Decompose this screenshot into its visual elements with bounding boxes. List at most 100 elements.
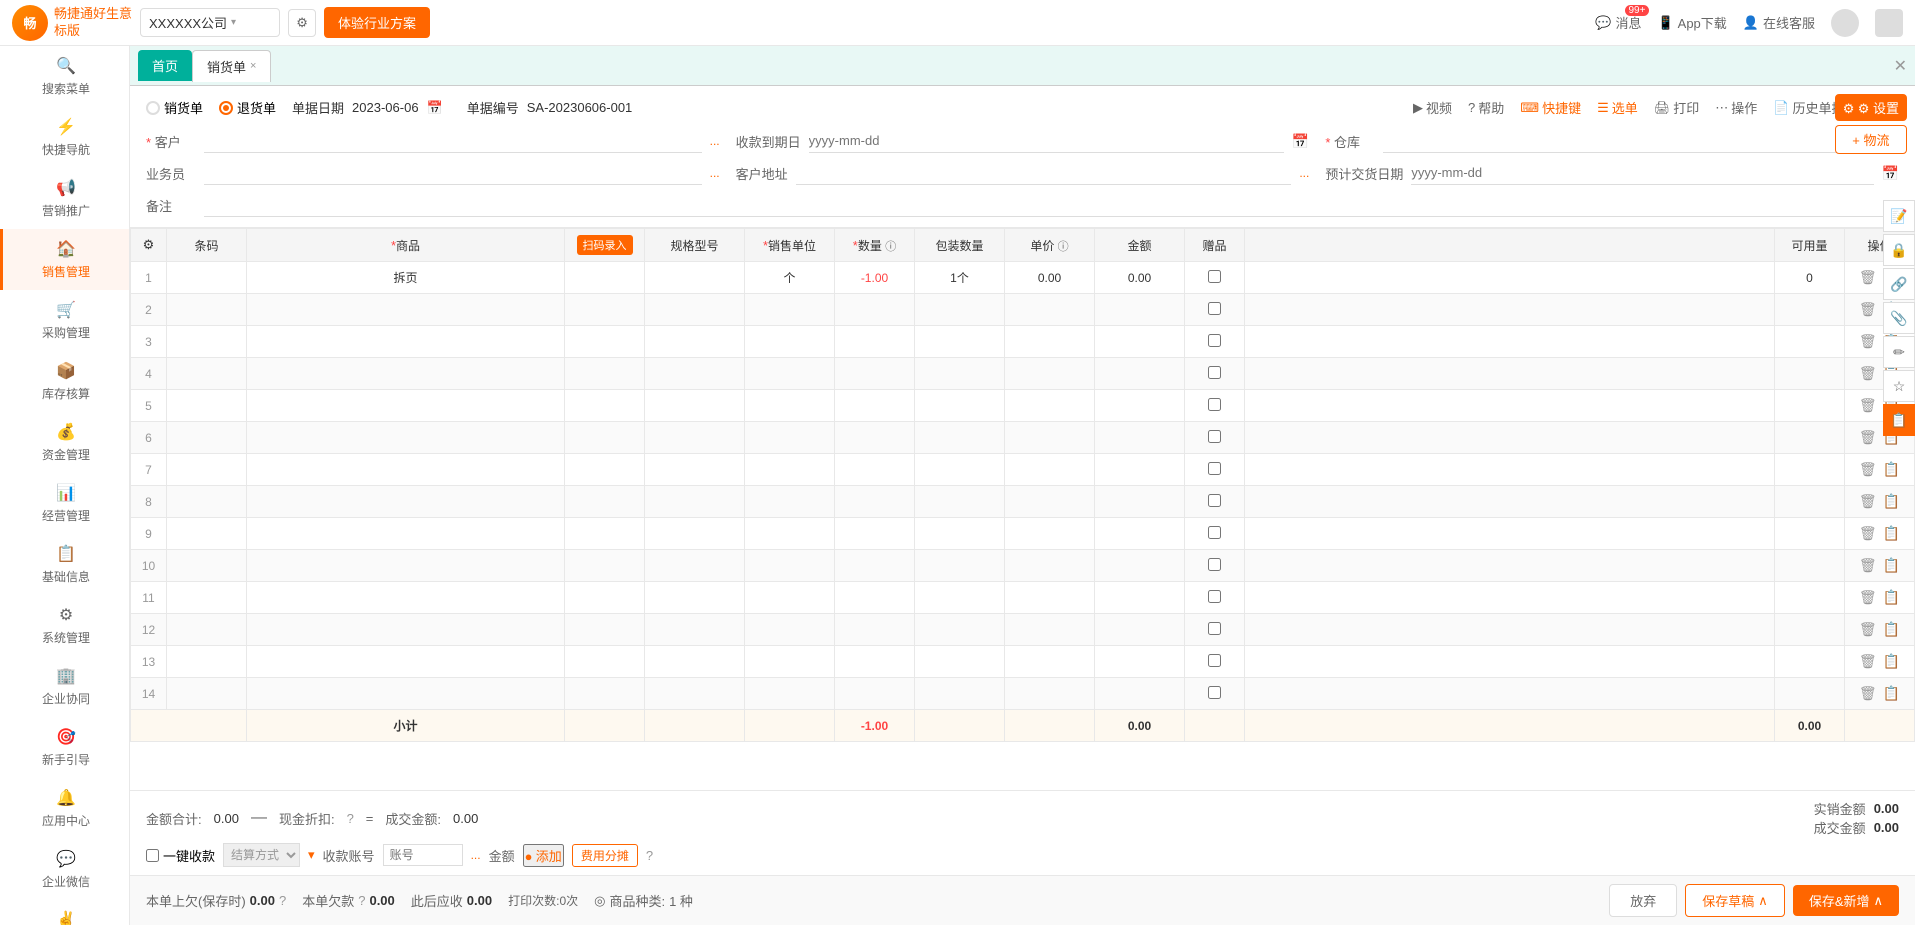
warehouse-input[interactable]: 建材仓 (1383, 129, 1881, 153)
settlement-method-select[interactable]: 结算方式 (223, 843, 300, 867)
delete-icon[interactable]: 🗑 (1859, 365, 1877, 382)
add-payment-button[interactable]: ● 添加 (523, 844, 564, 867)
app-download-button[interactable]: 📱 App下载 (1657, 13, 1726, 32)
video-btn[interactable]: ▶ 视频 (1409, 96, 1456, 119)
trial-button[interactable]: 体验行业方案 (324, 7, 430, 38)
copy-icon[interactable]: 📋 (1883, 653, 1900, 670)
one-click-payment[interactable]: 一键收款 (146, 846, 215, 865)
gift-checkbox[interactable] (1208, 462, 1221, 475)
th-scan[interactable]: 扫码录入 (565, 229, 645, 262)
sidebar-item-finance[interactable]: 💰 资金管理 (0, 412, 129, 473)
sidebar-item-wechat[interactable]: 💬 企业微信 (0, 839, 129, 900)
sidebar-item-search[interactable]: 🔍 搜索菜单 (0, 46, 129, 107)
sidebar-item-purchase[interactable]: 🛒 采购管理 (0, 290, 129, 351)
gift-checkbox[interactable] (1208, 334, 1221, 347)
account-input[interactable] (383, 844, 463, 866)
gift-checkbox[interactable] (1208, 686, 1221, 699)
delete-icon[interactable]: 🗑 (1859, 429, 1877, 446)
expected-delivery-input[interactable] (1411, 161, 1873, 185)
save-draft-button[interactable]: 保存草稿 ∧ (1685, 884, 1785, 917)
gift-checkbox[interactable] (1208, 526, 1221, 539)
float-btn-4[interactable]: 📎 (1883, 302, 1915, 334)
delete-icon[interactable]: 🗑 (1859, 397, 1877, 414)
delete-icon[interactable]: 🗑 (1859, 653, 1877, 670)
sidebar-item-basic[interactable]: 📋 基础信息 (0, 534, 129, 595)
settings-icon[interactable]: ⚙ (288, 9, 316, 37)
company-selector[interactable]: XXXXXX公司 ▾ (140, 8, 280, 37)
save-new-button[interactable]: 保存&新增 ∧ (1793, 885, 1899, 916)
sidebar-item-sales[interactable]: 🏠 销售管理 (0, 229, 129, 290)
float-btn-orange[interactable]: 📋 (1883, 404, 1915, 436)
gift-checkbox[interactable] (1208, 398, 1221, 411)
delete-icon[interactable]: 🗑 (1859, 589, 1877, 606)
gift-checkbox[interactable] (1208, 590, 1221, 603)
print-btn[interactable]: 🖨 打印 (1650, 96, 1704, 119)
customer-input[interactable] (204, 129, 702, 153)
delete-icon[interactable]: 🗑 (1859, 621, 1877, 638)
row-spec[interactable] (645, 262, 745, 294)
tab-sales-order[interactable]: 销货单 × (192, 50, 271, 82)
fenyong-help-icon[interactable]: ? (646, 848, 653, 863)
sidebar-item-management[interactable]: 📊 经营管理 (0, 473, 129, 534)
gift-checkbox[interactable] (1208, 302, 1221, 315)
salesperson-dots-btn[interactable]: ... (710, 166, 720, 180)
owe-info-icon[interactable]: ? (279, 893, 286, 908)
radio-return[interactable]: 退货单 (219, 98, 276, 117)
tab-close-icon[interactable]: × (250, 60, 256, 72)
due-date-calendar-icon[interactable]: 📅 (1292, 133, 1309, 150)
close-all-icon[interactable]: ✕ (1894, 56, 1907, 76)
abandon-button[interactable]: 放弃 (1609, 884, 1677, 917)
tab-home[interactable]: 首页 (138, 50, 192, 81)
sidebar-item-marketing[interactable]: 📢 营销推广 (0, 168, 129, 229)
gift-checkbox[interactable] (1208, 366, 1221, 379)
sidebar-item-apps[interactable]: 🔔 应用中心 (0, 778, 129, 839)
remarks-input[interactable] (204, 193, 1899, 217)
avatar[interactable] (1831, 9, 1859, 37)
float-btn-1[interactable]: 📝 (1883, 200, 1915, 232)
one-click-checkbox[interactable] (146, 849, 159, 862)
copy-icon[interactable]: 📋 (1883, 493, 1900, 510)
sidebar-item-inventory[interactable]: 📦 库存核算 (0, 351, 129, 412)
sidebar-item-enterprise[interactable]: 🏢 企业协同 (0, 656, 129, 717)
delete-icon[interactable]: 🗑 (1859, 557, 1877, 574)
delete-icon[interactable]: 🗑 (1859, 333, 1877, 350)
shortcut-btn[interactable]: ⌨ 快捷键 (1516, 96, 1585, 119)
sidebar-item-quicknav[interactable]: ⚡ 快捷导航 (0, 107, 129, 168)
delivery-calendar-icon[interactable]: 📅 (1882, 165, 1899, 182)
delete-icon[interactable]: 🗑 (1859, 525, 1877, 542)
select-btn[interactable]: ☰ 选单 (1593, 96, 1642, 119)
date-icon[interactable]: 📅 (427, 100, 443, 116)
current-owe-info-icon[interactable]: ? (358, 893, 365, 908)
customer-address-input[interactable] (796, 161, 1292, 185)
help-btn[interactable]: ? 帮助 (1464, 96, 1508, 119)
operation-btn[interactable]: ⋯ 操作 (1711, 96, 1761, 119)
copy-icon[interactable]: 📋 (1883, 685, 1900, 702)
gift-checkbox[interactable] (1208, 494, 1221, 507)
th-settings[interactable]: ⚙ (131, 229, 167, 262)
sidebar-item-member[interactable]: ✌ 畅会员 (0, 900, 129, 925)
discount-info-icon[interactable]: ? (347, 811, 354, 826)
row-unit-price[interactable]: 0.00 (1005, 262, 1095, 294)
copy-icon[interactable]: 📋 (1883, 557, 1900, 574)
row-pack-qty[interactable]: 1个 (915, 262, 1005, 294)
gift-checkbox[interactable] (1208, 270, 1221, 283)
fenyong-button[interactable]: 费用分摊 (572, 844, 638, 867)
copy-icon[interactable]: 📋 (1883, 621, 1900, 638)
delete-icon[interactable]: 🗑 (1859, 269, 1877, 286)
delete-icon[interactable]: 🗑 (1859, 301, 1877, 318)
float-btn-3[interactable]: 🔗 (1883, 268, 1915, 300)
sidebar-item-guide[interactable]: 🎯 新手引导 (0, 717, 129, 778)
gift-checkbox[interactable] (1208, 654, 1221, 667)
row-gift[interactable] (1185, 262, 1245, 294)
copy-icon[interactable]: 📋 (1883, 461, 1900, 478)
delete-icon[interactable]: 🗑 (1859, 461, 1877, 478)
delete-icon[interactable]: 🗑 (1859, 685, 1877, 702)
scan-button[interactable]: 扫码录入 (577, 235, 633, 255)
copy-icon[interactable]: 📋 (1883, 525, 1900, 542)
delete-icon[interactable]: 🗑 (1859, 493, 1877, 510)
settings-button[interactable]: ⚙ ⚙ 设置 (1835, 94, 1907, 121)
gift-checkbox[interactable] (1208, 622, 1221, 635)
sidebar-item-system[interactable]: ⚙ 系统管理 (0, 595, 129, 656)
radio-sales[interactable]: 销货单 (146, 98, 203, 117)
logistics-button[interactable]: + 物流 (1835, 125, 1907, 154)
